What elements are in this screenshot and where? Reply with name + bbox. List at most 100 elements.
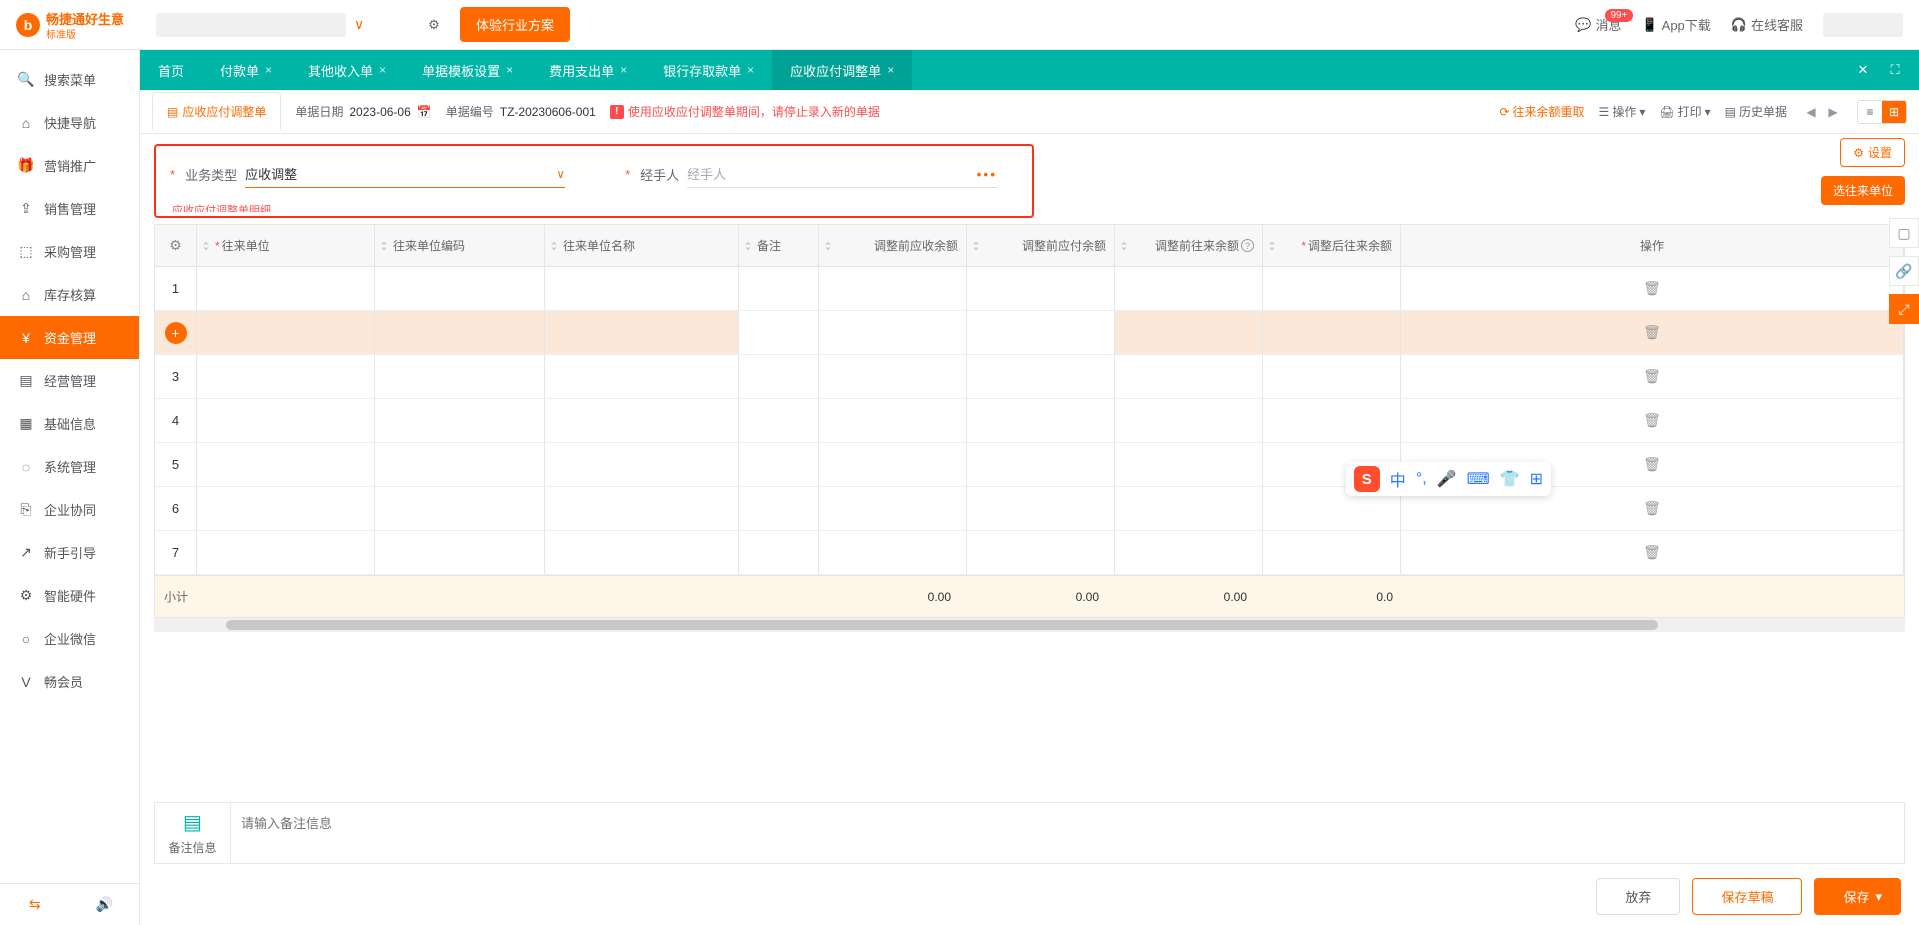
- delete-icon[interactable]: 🗑: [1643, 500, 1661, 517]
- cell-post-bal[interactable]: [1263, 399, 1401, 442]
- sidebar-collab[interactable]: ⎘企业协同: [0, 488, 139, 531]
- dock-expand-button[interactable]: ⤢: [1889, 294, 1919, 324]
- recalc-link[interactable]: ⟳ 往来余额重取: [1499, 103, 1584, 120]
- cell-unit[interactable]: [197, 487, 375, 530]
- sidebar-collapse-button[interactable]: ⇆: [0, 884, 70, 925]
- list-view-button[interactable]: ≡: [1858, 101, 1882, 123]
- horizontal-scrollbar[interactable]: [154, 618, 1905, 632]
- tab-close-icon[interactable]: ×: [747, 63, 754, 77]
- tab-close-icon[interactable]: ×: [379, 63, 386, 77]
- col-settings[interactable]: ⚙: [155, 225, 197, 266]
- cell-unit[interactable]: [197, 399, 375, 442]
- more-icon[interactable]: •••: [976, 166, 997, 182]
- cell-pre-recv[interactable]: [819, 311, 967, 354]
- tab-银行存取款单[interactable]: 银行存取款单×: [645, 50, 772, 90]
- cell-pre-bal[interactable]: [1115, 531, 1263, 574]
- biz-type-select[interactable]: 应收调整 ∨: [245, 160, 565, 188]
- prev-doc-button[interactable]: ◀: [1801, 102, 1821, 122]
- col-unit[interactable]: *往来单位: [197, 225, 375, 266]
- cell-code[interactable]: [375, 355, 545, 398]
- cell-pre-bal[interactable]: [1115, 355, 1263, 398]
- ime-toolbox-icon[interactable]: ⊞: [1530, 469, 1543, 489]
- cell-remark[interactable]: [739, 443, 819, 486]
- tab-close-icon[interactable]: ×: [620, 63, 627, 77]
- delete-icon[interactable]: 🗑: [1643, 324, 1661, 341]
- cell-name[interactable]: [545, 311, 739, 354]
- sidebar-funds[interactable]: ¥资金管理: [0, 316, 139, 359]
- tab-close-icon[interactable]: ×: [887, 63, 894, 77]
- cell-code[interactable]: [375, 531, 545, 574]
- table-row[interactable]: 5🗑: [155, 443, 1904, 487]
- tab-close-icon[interactable]: ×: [265, 63, 272, 77]
- cell-unit[interactable]: [197, 443, 375, 486]
- cell-unit[interactable]: [197, 267, 375, 310]
- cell-code[interactable]: [375, 399, 545, 442]
- table-row[interactable]: 6🗑: [155, 487, 1904, 531]
- dock-note-button[interactable]: ▢: [1889, 218, 1919, 248]
- cell-pre-bal[interactable]: [1115, 487, 1263, 530]
- history-link[interactable]: ▤ 历史单据: [1725, 103, 1787, 120]
- message-link[interactable]: 💬 消息 99+: [1575, 15, 1621, 34]
- calendar-icon[interactable]: 📅: [417, 105, 432, 119]
- col-remark[interactable]: 备注: [739, 225, 819, 266]
- experience-button[interactable]: 体验行业方案: [460, 7, 570, 42]
- help-icon[interactable]: ?: [1241, 239, 1254, 252]
- cell-name[interactable]: [545, 267, 739, 310]
- cell-name[interactable]: [545, 487, 739, 530]
- col-pre-recv[interactable]: 调整前应收余额: [819, 225, 967, 266]
- cell-pre-recv[interactable]: [819, 399, 967, 442]
- cell-pre-bal[interactable]: [1115, 267, 1263, 310]
- ime-keyboard-icon[interactable]: ⌨: [1467, 469, 1490, 489]
- sidebar-business[interactable]: ▤经营管理: [0, 359, 139, 402]
- cell-pre-bal[interactable]: [1115, 311, 1263, 354]
- sidebar-inventory[interactable]: ⌂库存核算: [0, 273, 139, 316]
- cell-pre-recv[interactable]: [819, 267, 967, 310]
- cell-post-bal[interactable]: [1263, 267, 1401, 310]
- discard-button[interactable]: 放弃: [1596, 878, 1680, 915]
- table-row[interactable]: +🗑: [155, 311, 1904, 355]
- table-row[interactable]: 4🗑: [155, 399, 1904, 443]
- ime-punct-icon[interactable]: °,: [1416, 470, 1427, 488]
- cell-pre-bal[interactable]: [1115, 399, 1263, 442]
- user-avatar[interactable]: [1823, 13, 1903, 37]
- cell-pre-pay[interactable]: [967, 443, 1115, 486]
- cell-remark[interactable]: [739, 311, 819, 354]
- tab-付款单[interactable]: 付款单×: [202, 50, 290, 90]
- close-all-tabs-button[interactable]: ✕: [1851, 58, 1875, 82]
- cell-unit[interactable]: [197, 355, 375, 398]
- col-pre-pay[interactable]: 调整前应付余额: [967, 225, 1115, 266]
- cell-pre-recv[interactable]: [819, 531, 967, 574]
- cell-pre-pay[interactable]: [967, 355, 1115, 398]
- col-post-balance[interactable]: *调整后往来余额: [1263, 225, 1401, 266]
- sidebar-search[interactable]: 🔍搜索菜单: [0, 58, 139, 101]
- cell-code[interactable]: [375, 487, 545, 530]
- delete-icon[interactable]: 🗑: [1643, 456, 1661, 473]
- sidebar-marketing[interactable]: 🎁营销推广: [0, 144, 139, 187]
- col-pre-balance[interactable]: 调整前往来余额?: [1115, 225, 1263, 266]
- cell-pre-pay[interactable]: [967, 399, 1115, 442]
- sidebar-guide[interactable]: ↗新手引导: [0, 531, 139, 574]
- col-name[interactable]: 往来单位名称: [545, 225, 739, 266]
- remark-input[interactable]: [231, 803, 1904, 863]
- table-row[interactable]: 1🗑: [155, 267, 1904, 311]
- cell-post-bal[interactable]: [1263, 311, 1401, 354]
- sidebar-wechat[interactable]: ○企业微信: [0, 617, 139, 660]
- print-dropdown[interactable]: 🖨 打印 ▾: [1659, 103, 1710, 120]
- cell-pre-pay[interactable]: [967, 311, 1115, 354]
- tab-首页[interactable]: 首页: [140, 50, 202, 90]
- tab-费用支出单[interactable]: 费用支出单×: [531, 50, 645, 90]
- fullscreen-button[interactable]: ⛶: [1883, 58, 1907, 82]
- cell-post-bal[interactable]: [1263, 355, 1401, 398]
- cell-code[interactable]: [375, 311, 545, 354]
- cell-code[interactable]: [375, 267, 545, 310]
- cell-pre-recv[interactable]: [819, 355, 967, 398]
- ime-skin-icon[interactable]: 👕: [1500, 469, 1520, 489]
- cell-name[interactable]: [545, 443, 739, 486]
- cell-name[interactable]: [545, 355, 739, 398]
- sidebar-basic[interactable]: ▦基础信息: [0, 402, 139, 445]
- cell-pre-pay[interactable]: [967, 487, 1115, 530]
- tab-close-icon[interactable]: ×: [506, 63, 513, 77]
- delete-icon[interactable]: 🗑: [1643, 280, 1661, 297]
- cell-remark[interactable]: [739, 399, 819, 442]
- add-row-button[interactable]: +: [165, 322, 187, 344]
